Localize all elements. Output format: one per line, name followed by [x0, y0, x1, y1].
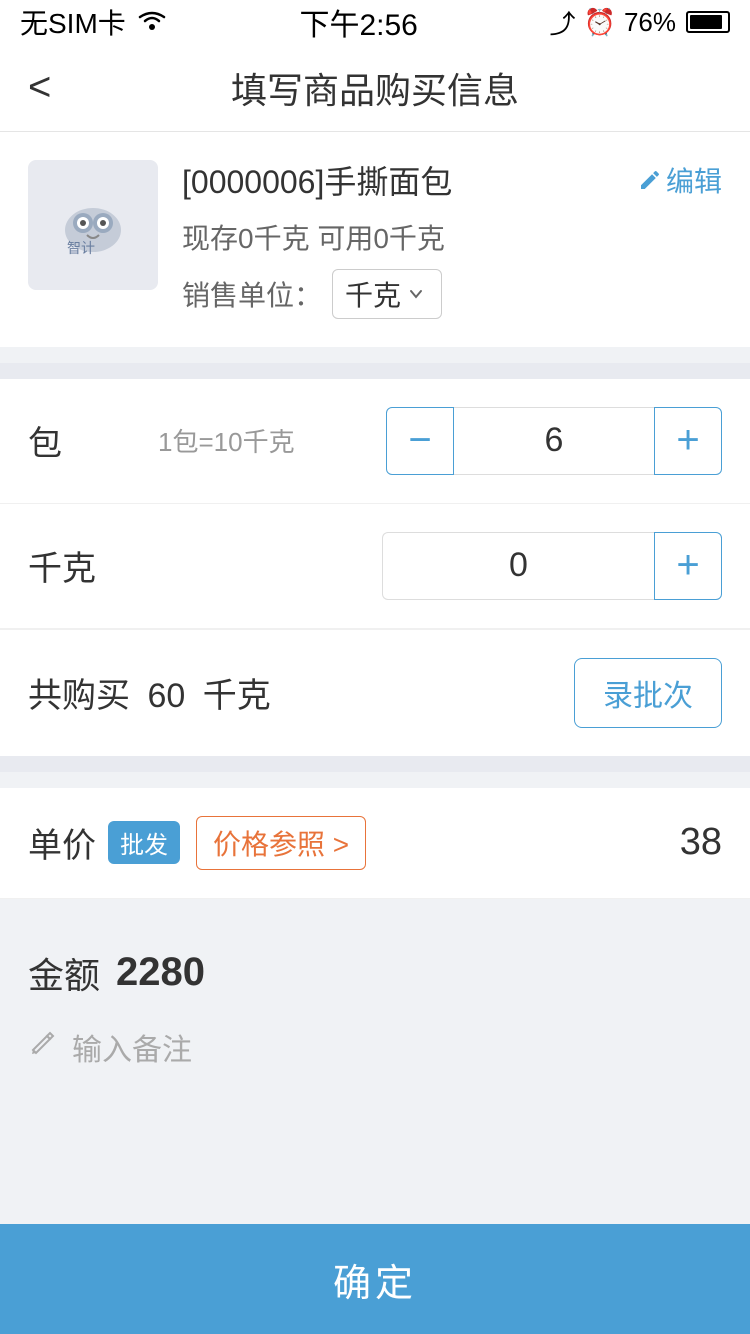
- kg-quantity-control: +: [382, 532, 722, 600]
- product-info: [0000006]手撕面包 编辑 现存0千克 可用0千克 销售单位： 千克: [182, 160, 722, 319]
- product-stock: 现存0千克 可用0千克: [182, 217, 722, 257]
- amount-value: 2280: [116, 950, 205, 995]
- bag-quantity-input[interactable]: [454, 407, 654, 475]
- note-row[interactable]: 输入备注: [28, 1009, 722, 1097]
- alarm-icon: ⏰: [584, 7, 616, 38]
- status-bar: 无SIM卡 下午2:56 ⤴ ⏰ 76%: [0, 0, 750, 44]
- status-time: 下午2:56: [299, 0, 417, 44]
- input-section: 包 1包=10千克 − + 千克 +: [0, 379, 750, 629]
- status-signal: 无SIM卡: [20, 2, 168, 42]
- product-header: [0000006]手撕面包 编辑: [182, 160, 722, 205]
- pencil-icon: [28, 1028, 58, 1066]
- batch-button[interactable]: 录批次: [574, 658, 722, 728]
- edit-icon: [638, 168, 662, 192]
- confirm-label: 确定: [333, 1252, 417, 1307]
- kg-input-row: 千克 +: [0, 504, 750, 629]
- price-value: 38: [680, 821, 722, 864]
- note-placeholder: 输入备注: [72, 1025, 192, 1069]
- section-divider-1: [0, 363, 750, 379]
- price-type-tag: 批发: [108, 821, 180, 864]
- kg-plus-button[interactable]: +: [654, 532, 722, 600]
- bag-quantity-control: − +: [386, 407, 722, 475]
- section-divider-2: [0, 756, 750, 772]
- kg-label: 千克: [28, 541, 148, 590]
- confirm-button[interactable]: 确定: [0, 1224, 750, 1334]
- product-unit-row: 销售单位： 千克: [182, 269, 722, 319]
- product-thumbnail: 智计: [28, 160, 158, 290]
- amount-label: 金额: [28, 947, 100, 999]
- svg-text:智计: 智计: [67, 240, 95, 255]
- page-title: 填写商品购买信息: [231, 62, 519, 114]
- total-row: 共购买 60 千克 录批次: [0, 629, 750, 756]
- amount-section: 金额 2280 输入备注: [0, 899, 750, 1097]
- price-reference-button[interactable]: 价格参照 >: [196, 816, 366, 870]
- nav-bar: < 填写商品购买信息: [0, 44, 750, 132]
- bag-sublabel: 1包=10千克: [158, 422, 295, 459]
- unit-select[interactable]: 千克: [332, 269, 442, 319]
- status-right: ⤴ ⏰ 76%: [550, 4, 730, 41]
- location-icon: ⤴: [550, 4, 576, 41]
- product-logo-icon: 智计: [53, 195, 133, 255]
- price-label: 单价: [28, 818, 96, 867]
- bag-input-row: 包 1包=10千克 − +: [0, 379, 750, 504]
- edit-button[interactable]: 编辑: [638, 160, 722, 200]
- bag-label: 包: [28, 416, 148, 465]
- dropdown-icon: [407, 285, 425, 303]
- price-section: 单价 批发 价格参照 > 38: [0, 788, 750, 899]
- bag-plus-button[interactable]: +: [654, 407, 722, 475]
- amount-row: 金额 2280: [28, 927, 722, 1009]
- bag-minus-button[interactable]: −: [386, 407, 454, 475]
- total-amount: 60: [147, 677, 185, 715]
- content: 智计 [0000006]手撕面包 编辑 现存0千克 可用0千克 销售单位： 千克: [0, 132, 750, 1217]
- wifi-icon: [136, 6, 168, 38]
- product-card: 智计 [0000006]手撕面包 编辑 现存0千克 可用0千克 销售单位： 千克: [0, 132, 750, 347]
- battery-icon: [686, 11, 730, 33]
- back-button[interactable]: <: [28, 65, 51, 110]
- kg-quantity-input[interactable]: [382, 532, 654, 600]
- signal-text: 无SIM卡: [20, 2, 126, 42]
- total-text: 共购买 60 千克: [28, 668, 271, 717]
- product-name: [0000006]手撕面包: [182, 160, 452, 205]
- battery-percent: 76%: [624, 7, 676, 38]
